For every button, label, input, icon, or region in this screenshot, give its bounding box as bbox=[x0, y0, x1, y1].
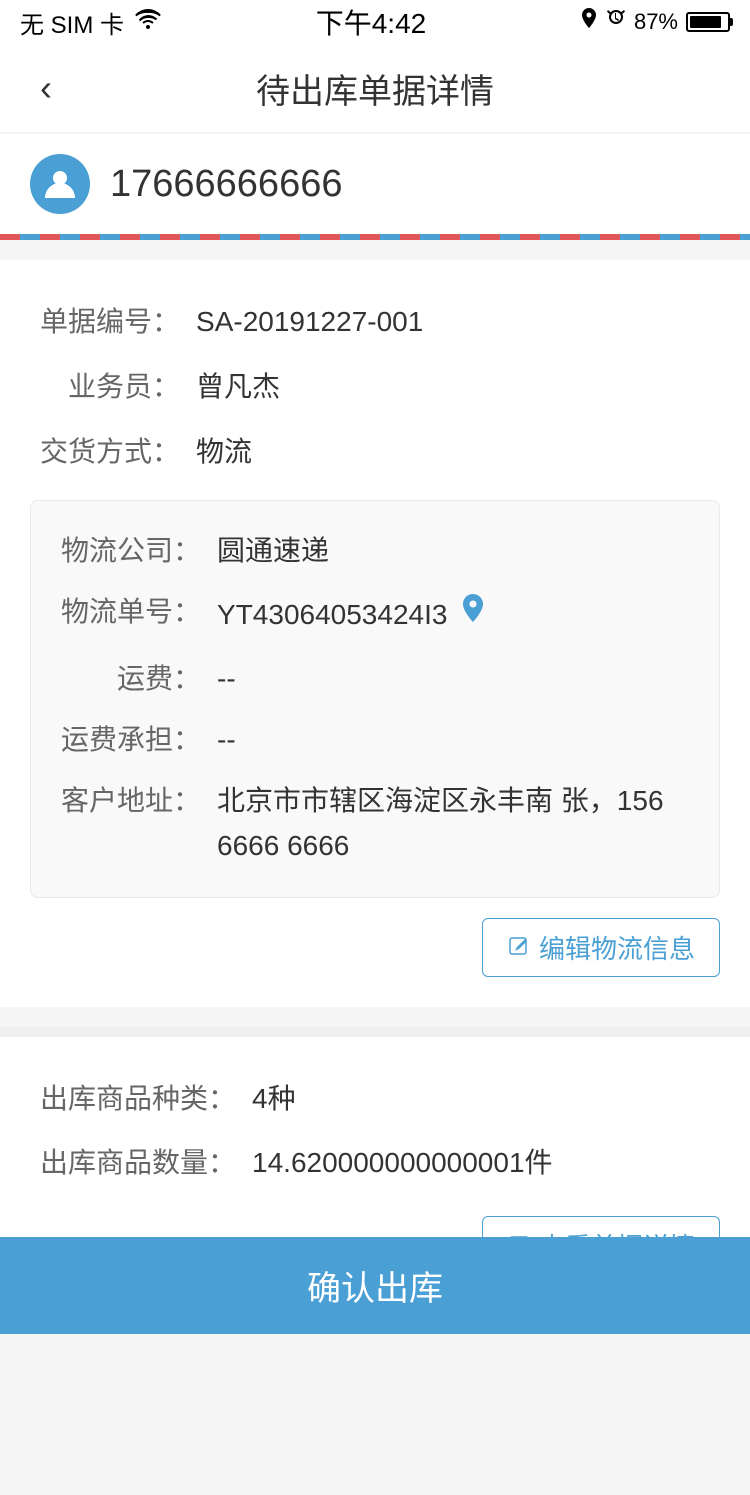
customer-phone: 17666666666 bbox=[110, 163, 342, 206]
nav-bar: ‹ 待出库单据详情 bbox=[0, 44, 750, 132]
address-value: 北京市市辖区海淀区永丰南 张，156 6666 6666 bbox=[217, 779, 689, 869]
alarm-icon bbox=[606, 8, 626, 36]
stock-type-value: 4种 bbox=[252, 1077, 710, 1122]
order-number-value: SA-20191227-001 bbox=[196, 300, 710, 345]
freight-bearer-value: -- bbox=[217, 718, 689, 763]
avatar bbox=[30, 154, 90, 214]
delivery-row: 交货方式： 物流 bbox=[0, 420, 750, 485]
time-text: 下午4:42 bbox=[316, 2, 427, 42]
freight-label: 运费： bbox=[61, 657, 201, 702]
edit-btn-row: 编辑物流信息 bbox=[0, 898, 750, 977]
customer-header: 17666666666 bbox=[0, 134, 750, 234]
logistics-company-label: 物流公司： bbox=[61, 529, 201, 574]
freight-value: -- bbox=[217, 657, 689, 702]
tracking-row: 物流单号： YT43064053424I3 bbox=[31, 582, 719, 649]
status-bar: 无 SIM 卡 下午4:42 87% bbox=[0, 0, 750, 44]
salesperson-value: 曾凡杰 bbox=[196, 365, 710, 410]
tracking-label: 物流单号： bbox=[61, 590, 201, 635]
stock-type-row: 出库商品种类： 4种 bbox=[0, 1067, 750, 1132]
salesperson-row: 业务员： 曾凡杰 bbox=[0, 355, 750, 420]
location-icon bbox=[580, 8, 598, 36]
delivery-value: 物流 bbox=[196, 430, 710, 475]
order-number-label: 单据编号： bbox=[40, 300, 180, 345]
confirm-btn-container: 确认出库 bbox=[0, 1237, 750, 1334]
tracking-value: YT43064053424I3 bbox=[217, 590, 689, 641]
order-info-section: 单据编号： SA-20191227-001 业务员： 曾凡杰 交货方式： 物流 … bbox=[0, 260, 750, 1007]
dashed-border bbox=[0, 234, 750, 240]
status-left: 无 SIM 卡 bbox=[20, 5, 162, 40]
carrier-text: 无 SIM 卡 bbox=[20, 5, 124, 40]
status-right: 87% bbox=[580, 8, 730, 36]
stock-quantity-row: 出库商品数量： 14.620000000000001件 bbox=[0, 1131, 750, 1196]
order-number-row: 单据编号： SA-20191227-001 bbox=[0, 290, 750, 355]
logistics-company-row: 物流公司： 圆通速递 bbox=[31, 521, 719, 582]
address-label: 客户地址： bbox=[61, 779, 201, 824]
edit-logistics-button[interactable]: 编辑物流信息 bbox=[482, 918, 720, 977]
salesperson-label: 业务员： bbox=[40, 365, 180, 410]
battery-icon bbox=[686, 12, 730, 32]
back-button[interactable]: ‹ bbox=[30, 57, 62, 119]
delivery-label: 交货方式： bbox=[40, 430, 180, 475]
freight-row: 运费： -- bbox=[31, 649, 719, 710]
section-divider bbox=[0, 1027, 750, 1037]
tracking-location-icon[interactable] bbox=[459, 590, 487, 641]
battery-percent: 87% bbox=[634, 9, 678, 35]
stock-quantity-label: 出库商品数量： bbox=[40, 1141, 236, 1186]
freight-bearer-label: 运费承担： bbox=[61, 718, 201, 763]
stock-quantity-value: 14.620000000000001件 bbox=[252, 1141, 710, 1186]
stock-type-label: 出库商品种类： bbox=[40, 1077, 236, 1122]
address-row: 客户地址： 北京市市辖区海淀区永丰南 张，156 6666 6666 bbox=[31, 771, 719, 877]
confirm-button[interactable]: 确认出库 bbox=[30, 1261, 720, 1310]
freight-bearer-row: 运费承担： -- bbox=[31, 710, 719, 771]
logistics-company-value: 圆通速递 bbox=[217, 529, 689, 574]
page-title: 待出库单据详情 bbox=[256, 64, 494, 113]
wifi-icon bbox=[134, 8, 162, 36]
logistics-card: 物流公司： 圆通速递 物流单号： YT43064053424I3 bbox=[30, 500, 720, 897]
